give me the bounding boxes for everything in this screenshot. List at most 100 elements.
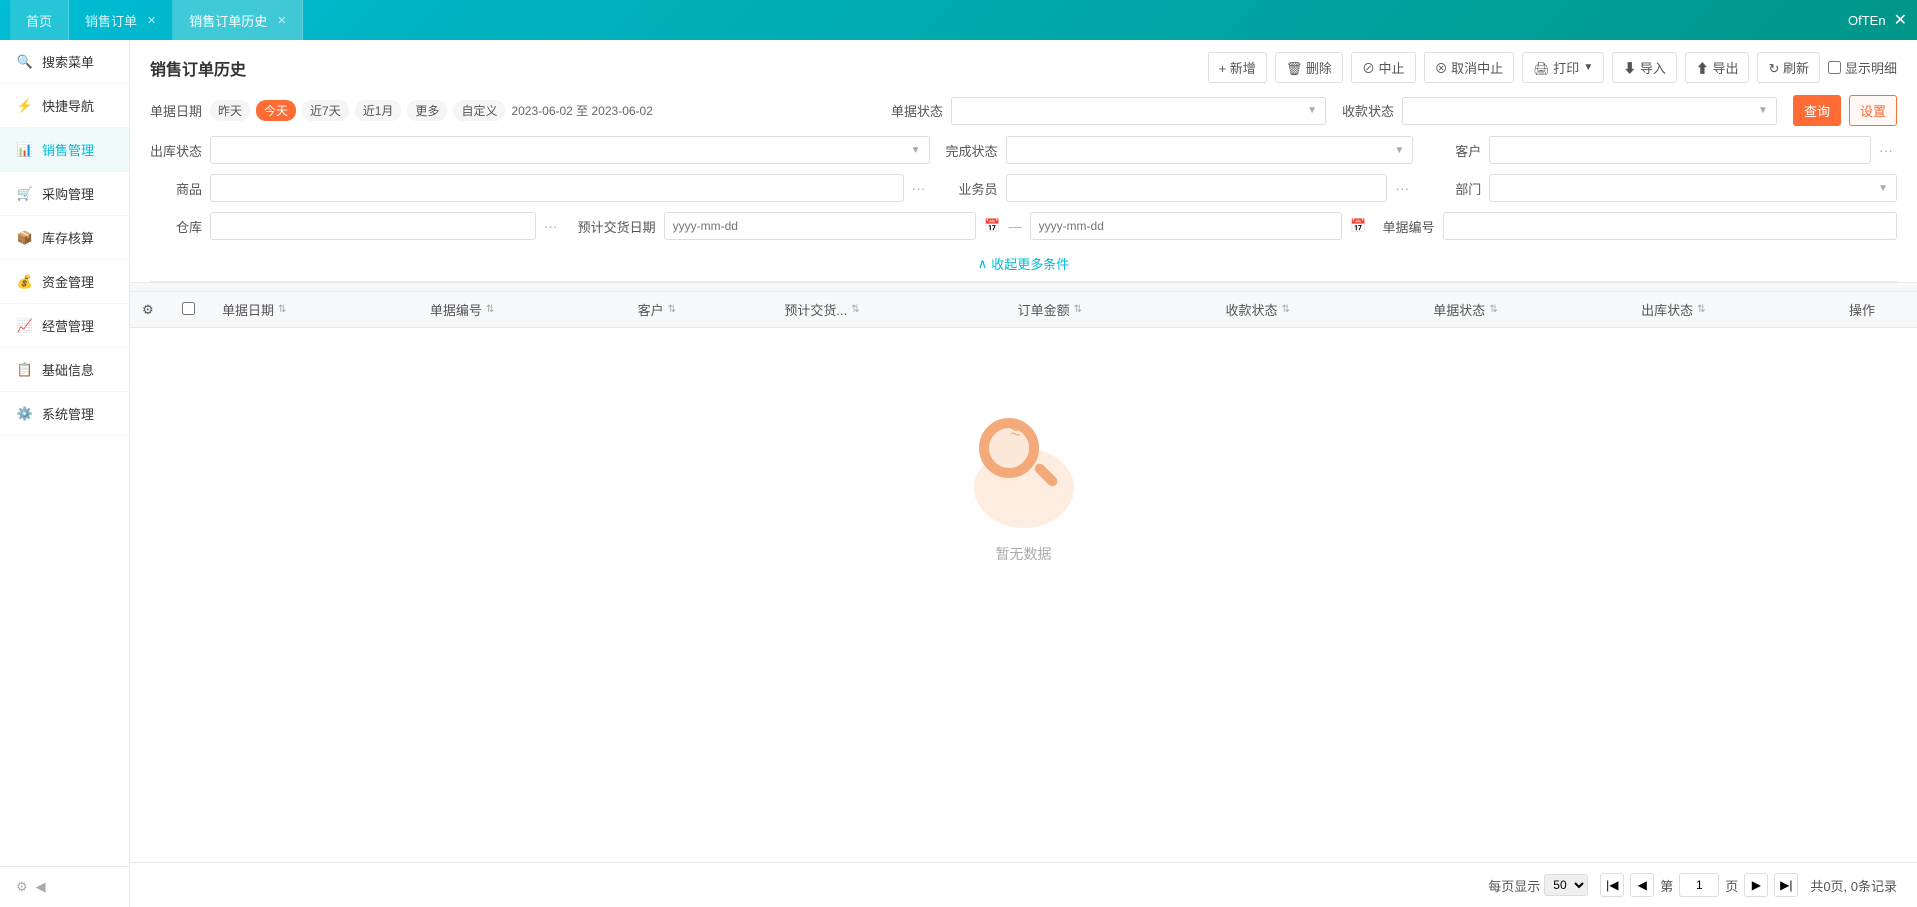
table-body: ~ ~ 暂无数据	[130, 328, 1917, 645]
top-bar-right: OfTEn ✕	[1848, 10, 1907, 30]
sidebar-item-finance[interactable]: 💰 资金管理	[0, 260, 129, 304]
th-checkbox[interactable]	[170, 292, 210, 328]
th-order-status-sort-icon[interactable]: ⇅	[1489, 304, 1497, 315]
order-no-input[interactable]	[1443, 212, 1897, 240]
order-status-select[interactable]: ▼	[951, 97, 1326, 125]
page-number-input[interactable]	[1679, 873, 1719, 897]
next-page-button[interactable]: ▶	[1744, 873, 1768, 897]
warehouse-input[interactable]	[210, 212, 536, 240]
delete-button[interactable]: 🗑 删除	[1275, 52, 1343, 83]
complete-status-select[interactable]: ▼	[1006, 136, 1414, 164]
top-bar-brand: OfTEn	[1848, 13, 1886, 28]
last-page-button[interactable]: ▶|	[1774, 873, 1798, 897]
outbound-status-select[interactable]: ▼	[210, 136, 930, 164]
customer-ellipsis[interactable]: ···	[1875, 142, 1897, 158]
th-amount-sort-icon[interactable]: ⇅	[1074, 304, 1082, 315]
print-button[interactable]: 🖨 打印 ▼	[1522, 52, 1604, 83]
window-close-button[interactable]: ✕	[1894, 10, 1907, 30]
refresh-button[interactable]: ↻ 刷新	[1757, 52, 1820, 83]
sidebar-item-search-menu[interactable]: 🔍 搜索菜单	[0, 40, 129, 84]
tab-sales-order-history-close[interactable]: ✕	[277, 14, 286, 27]
sidebar-item-quick-nav[interactable]: ⚡ 快捷导航	[0, 84, 129, 128]
warehouse-ellipsis[interactable]: ···	[540, 218, 562, 234]
delivery-date-from[interactable]	[664, 212, 977, 240]
filter-goods-label: 商品	[150, 179, 202, 198]
salesperson-ellipsis[interactable]: ···	[1391, 180, 1413, 196]
sidebar-item-basic-info[interactable]: 📋 基础信息	[0, 348, 129, 392]
date-badge-more[interactable]: 更多	[407, 100, 447, 121]
query-button[interactable]: 查询	[1793, 95, 1841, 126]
filter-salesperson-label: 业务员	[946, 179, 998, 198]
delivery-date-to[interactable]	[1030, 212, 1343, 240]
collapse-row: ∧ 收起更多条件	[150, 250, 1897, 273]
date-badge-7days[interactable]: 近7天	[302, 100, 349, 121]
tab-home[interactable]: 首页	[10, 0, 69, 40]
tab-sales-order[interactable]: 销售订单 ✕	[69, 0, 173, 40]
calendar-to-icon[interactable]: 📅	[1350, 218, 1366, 234]
th-amount[interactable]: 订单金额 ⇅	[1006, 292, 1214, 328]
tab-sales-order-close[interactable]: ✕	[147, 14, 156, 27]
th-delivery-date-sort-icon[interactable]: ⇅	[851, 304, 859, 315]
sidebar-item-sales-mgmt[interactable]: 📊 销售管理	[0, 128, 129, 172]
sidebar: 🔍 搜索菜单 ⚡ 快捷导航 📊 销售管理 🛒 采购管理 📦 库存核算 💰 资金管…	[0, 40, 130, 907]
cancel-stop-button[interactable]: ⊗ 取消中止	[1424, 52, 1515, 83]
tab-sales-order-label: 销售订单	[85, 11, 137, 30]
new-button[interactable]: + 新增	[1208, 52, 1267, 83]
sidebar-item-sys-mgmt[interactable]: ⚙️ 系统管理	[0, 392, 129, 436]
finance-icon: 💰	[16, 273, 34, 291]
table-settings-icon[interactable]: ⚙	[142, 302, 154, 317]
print-dropdown-icon[interactable]: ▼	[1583, 62, 1593, 73]
empty-state-cell: ~ ~ 暂无数据	[130, 328, 1917, 645]
toolbar: + 新增 🗑 删除 ⊘ 中止 ⊗ 取消中止 🖨 打印 ▼	[1208, 52, 1897, 83]
filter-goods-item: 商品 ···	[150, 174, 930, 202]
tab-sales-order-history[interactable]: 销售订单历史 ✕	[173, 0, 303, 40]
th-no-label: 单据编号	[430, 300, 482, 319]
th-receipt-status[interactable]: 收款状态 ⇅	[1213, 292, 1421, 328]
collapse-button[interactable]: ∧ 收起更多条件	[978, 254, 1070, 273]
th-outbound-status-sort-icon[interactable]: ⇅	[1697, 304, 1705, 315]
calendar-from-icon[interactable]: 📅	[984, 218, 1000, 234]
display-detail-checkbox-label: 显示明细	[1828, 58, 1897, 77]
display-detail-checkbox[interactable]	[1828, 61, 1841, 74]
sidebar-item-purchase-mgmt[interactable]: 🛒 采购管理	[0, 172, 129, 216]
setting-button[interactable]: 设置	[1849, 95, 1897, 126]
date-badge-1month[interactable]: 近1月	[355, 100, 402, 121]
import-button[interactable]: ⬇ 导入	[1612, 52, 1677, 83]
first-page-button[interactable]: |◀	[1600, 873, 1624, 897]
dept-dropdown-icon: ▼	[1878, 183, 1888, 194]
th-customer[interactable]: 客户 ⇅	[626, 292, 773, 328]
goods-input[interactable]	[210, 174, 904, 202]
sidebar-item-operations[interactable]: 📈 经营管理	[0, 304, 129, 348]
salesperson-input[interactable]	[1006, 174, 1388, 202]
th-settings[interactable]: ⚙	[130, 292, 170, 328]
th-receipt-status-sort-icon[interactable]: ⇅	[1281, 304, 1289, 315]
page-size-dropdown[interactable]: 50	[1544, 874, 1588, 896]
cancel-stop-button-label: ⊗ 取消中止	[1435, 58, 1504, 77]
th-outbound-status[interactable]: 出库状态 ⇅	[1629, 292, 1837, 328]
stop-button[interactable]: ⊘ 中止	[1351, 52, 1416, 83]
date-badge-custom[interactable]: 自定义	[453, 100, 505, 121]
th-no-sort-icon[interactable]: ⇅	[486, 304, 494, 315]
th-date[interactable]: 单据日期 ⇅	[210, 292, 418, 328]
th-amount-label: 订单金额	[1018, 300, 1070, 319]
sidebar-item-inventory[interactable]: 📦 库存核算	[0, 216, 129, 260]
th-no[interactable]: 单据编号 ⇅	[418, 292, 626, 328]
customer-input[interactable]	[1489, 136, 1871, 164]
goods-ellipsis[interactable]: ···	[908, 180, 930, 196]
sidebar-settings-icon[interactable]: ⚙	[16, 879, 28, 895]
export-button[interactable]: ⬆ 导出	[1685, 52, 1750, 83]
th-date-sort-icon[interactable]: ⇅	[278, 304, 286, 315]
filter-order-status-label: 单据状态	[891, 101, 943, 120]
th-customer-sort-icon[interactable]: ⇅	[668, 304, 676, 315]
data-table: ⚙ 单据日期 ⇅ 单据编号	[130, 291, 1917, 644]
th-delivery-date[interactable]: 预计交货... ⇅	[772, 292, 1005, 328]
receipt-status-select[interactable]: ▼	[1402, 97, 1777, 125]
sidebar-collapse-icon[interactable]: ◀	[36, 879, 46, 895]
th-order-status[interactable]: 单据状态 ⇅	[1421, 292, 1629, 328]
prev-page-button[interactable]: ◀	[1630, 873, 1654, 897]
select-all-checkbox[interactable]	[182, 302, 195, 315]
date-badge-today[interactable]: 今天	[256, 100, 296, 121]
date-badge-yesterday[interactable]: 昨天	[210, 100, 250, 121]
page-header: 销售订单历史 + 新增 🗑 删除 ⊘ 中止 ⊗ 取消中止 🖨	[130, 40, 1917, 283]
dept-select[interactable]: ▼	[1489, 174, 1897, 202]
